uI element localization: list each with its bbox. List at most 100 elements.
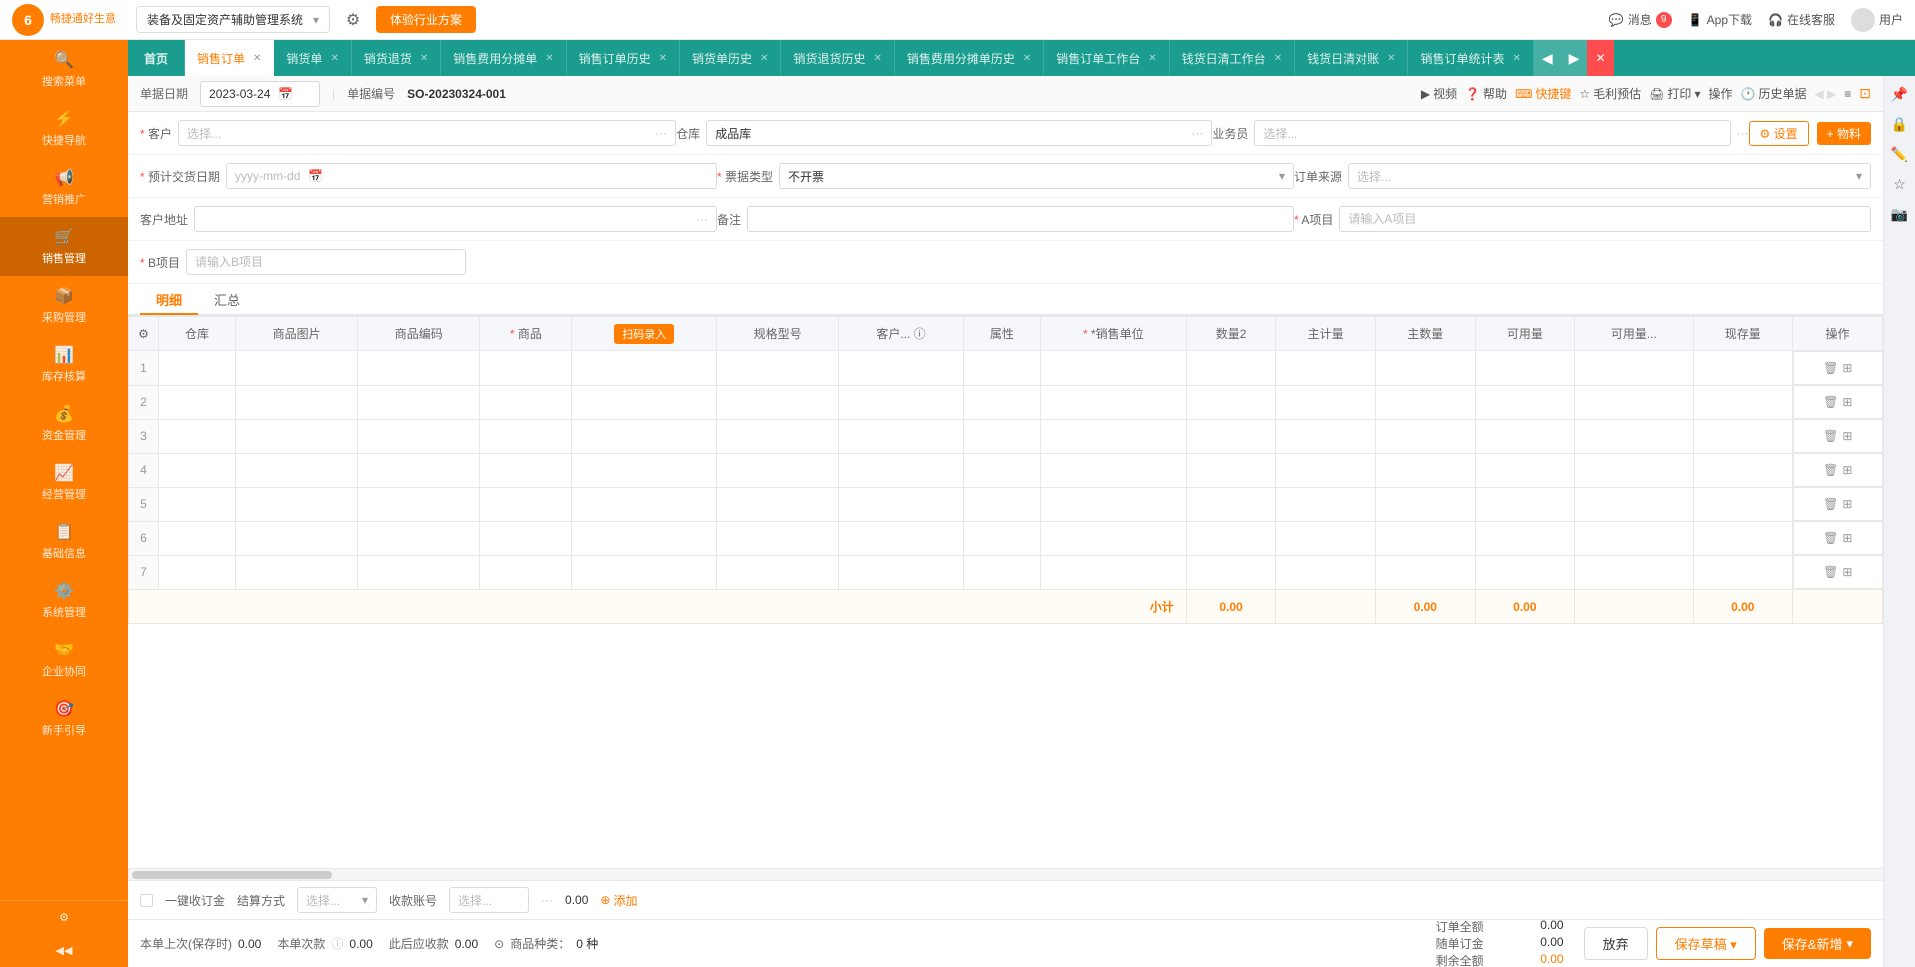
save-draft-button[interactable]: 保存草稿 ▾ bbox=[1656, 927, 1756, 960]
row-3-image[interactable] bbox=[236, 419, 358, 453]
row-4-code[interactable] bbox=[358, 453, 480, 487]
row-2-main-qty[interactable] bbox=[1375, 385, 1475, 419]
row-2-qty2[interactable] bbox=[1186, 385, 1276, 419]
row-1-cust-code[interactable] bbox=[839, 351, 964, 386]
col-settings[interactable]: ⚙ bbox=[129, 317, 159, 351]
row-4-attr[interactable] bbox=[963, 453, 1040, 487]
sidebar-item-system[interactable]: ⚙️ 系统管理 bbox=[0, 571, 128, 630]
add-button[interactable]: ⊕ 添加 bbox=[600, 892, 637, 909]
sidebar-item-sales[interactable]: 🛒 销售管理 bbox=[0, 217, 128, 276]
sidebar-item-newbie[interactable]: 🎯 新手引导 bbox=[0, 689, 128, 748]
row-1-available[interactable] bbox=[1475, 351, 1575, 386]
row-2-warehouse[interactable] bbox=[159, 385, 236, 419]
row-1-available2[interactable] bbox=[1575, 351, 1693, 386]
invoice-type-select[interactable]: 不开票 ▾ bbox=[779, 163, 1294, 189]
row-5-available2[interactable] bbox=[1575, 487, 1693, 521]
tab-summary[interactable]: 汇总 bbox=[198, 286, 256, 315]
tab-close-refund-history[interactable]: ✕ bbox=[873, 53, 881, 64]
row-2-attr[interactable] bbox=[963, 385, 1040, 419]
help-button[interactable]: ❓ 帮助 bbox=[1465, 85, 1507, 102]
row-7-attr[interactable] bbox=[963, 555, 1040, 590]
industry-solution-button[interactable]: 体验行业方案 bbox=[376, 6, 476, 33]
tab-next-button[interactable]: ▶ bbox=[1561, 40, 1588, 76]
tab-sales-fee-split[interactable]: 销售费用分摊单 ✕ bbox=[441, 40, 566, 76]
row-1-attr[interactable] bbox=[963, 351, 1040, 386]
row-7-spec[interactable] bbox=[717, 555, 839, 590]
col-available[interactable]: 可用量 bbox=[1475, 317, 1575, 351]
settings-icon[interactable]: ⚙ bbox=[342, 9, 364, 31]
row-5-main-qty[interactable] bbox=[1375, 487, 1475, 521]
sidebar-item-finance[interactable]: 💰 资金管理 bbox=[0, 394, 128, 453]
sidebar-item-marketing[interactable]: 📢 营销推广 bbox=[0, 158, 128, 217]
save-new-button[interactable]: 保存&新增 ▾ bbox=[1764, 928, 1871, 959]
sidebar-item-base[interactable]: 📋 基础信息 bbox=[0, 512, 128, 571]
row-1-qty2[interactable] bbox=[1186, 351, 1276, 386]
col-scan[interactable]: 扫码录入 bbox=[572, 317, 717, 351]
horizontal-scrollbar[interactable] bbox=[128, 868, 1883, 880]
b-project-input[interactable]: 请输入B项目 bbox=[186, 249, 466, 275]
message-button[interactable]: 💬 消息 9 bbox=[1609, 11, 1672, 28]
row-3-scan[interactable] bbox=[572, 419, 717, 453]
add-item-button[interactable]: + 物料 bbox=[1817, 122, 1871, 145]
row-1-image[interactable] bbox=[236, 351, 358, 386]
expand-icon[interactable]: ⊡ bbox=[1859, 85, 1871, 102]
delivery-date-input[interactable]: yyyy-mm-dd 📅 bbox=[226, 163, 717, 189]
tab-sales-return[interactable]: 销货单 ✕ bbox=[274, 40, 351, 76]
row-7-main-unit[interactable] bbox=[1276, 555, 1376, 590]
row-7-main-qty[interactable] bbox=[1375, 555, 1475, 590]
shortcut-button[interactable]: ⌨ 快捷键 bbox=[1515, 85, 1571, 102]
row-6-stock[interactable] bbox=[1693, 521, 1793, 555]
row-1-scan[interactable] bbox=[572, 351, 717, 386]
row-2-available[interactable] bbox=[1475, 385, 1575, 419]
tab-sales-stats[interactable]: 销售订单统计表 ✕ bbox=[1408, 40, 1533, 76]
row-2-unit[interactable] bbox=[1040, 385, 1186, 419]
row-7-copy-icon[interactable]: ⊞ bbox=[1842, 565, 1852, 579]
tab-close-sales-order[interactable]: ✕ bbox=[253, 53, 261, 64]
row-3-main-qty[interactable] bbox=[1375, 419, 1475, 453]
remark-input[interactable] bbox=[747, 206, 1294, 232]
row-4-main-unit[interactable] bbox=[1276, 453, 1376, 487]
scan-button[interactable]: 扫码录入 bbox=[614, 324, 674, 344]
row-5-copy-icon[interactable]: ⊞ bbox=[1842, 497, 1852, 511]
row-6-available[interactable] bbox=[1475, 521, 1575, 555]
tab-close-workbench[interactable]: ✕ bbox=[1148, 53, 1156, 64]
row-5-stock[interactable] bbox=[1693, 487, 1793, 521]
tab-sales-history[interactable]: 销售订单历史 ✕ bbox=[567, 40, 680, 76]
col-image[interactable]: 商品图片 bbox=[236, 317, 358, 351]
tab-prev-button[interactable]: ◀ bbox=[1534, 40, 1561, 76]
row-2-scan[interactable] bbox=[572, 385, 717, 419]
warehouse-input[interactable]: 成品库 ··· bbox=[706, 120, 1212, 146]
row-6-warehouse[interactable] bbox=[159, 521, 236, 555]
row-4-image[interactable] bbox=[236, 453, 358, 487]
row-4-stock[interactable] bbox=[1693, 453, 1793, 487]
col-customer-code[interactable]: 客户... ⓘ bbox=[839, 317, 964, 351]
row-3-goods[interactable] bbox=[480, 419, 572, 453]
tab-close-sales-return[interactable]: ✕ bbox=[330, 53, 338, 64]
row-1-main-qty[interactable] bbox=[1375, 351, 1475, 386]
row-5-scan[interactable] bbox=[572, 487, 717, 521]
row-4-available2[interactable] bbox=[1575, 453, 1693, 487]
row-5-spec[interactable] bbox=[717, 487, 839, 521]
scroll-thumb[interactable] bbox=[132, 871, 332, 879]
row-6-scan[interactable] bbox=[572, 521, 717, 555]
row-3-available[interactable] bbox=[1475, 419, 1575, 453]
tab-sales-refund-history[interactable]: 销货退货历史 ✕ bbox=[781, 40, 894, 76]
row-3-main-unit[interactable] bbox=[1276, 419, 1376, 453]
date-input-wrapper[interactable]: 2023-03-24 📅 bbox=[200, 81, 320, 107]
row-4-scan[interactable] bbox=[572, 453, 717, 487]
col-main-qty[interactable]: 主数量 bbox=[1375, 317, 1475, 351]
tab-sales-return-history[interactable]: 销货单历史 ✕ bbox=[680, 40, 781, 76]
customer-input[interactable]: 选择... ··· bbox=[178, 120, 676, 146]
col-action[interactable]: 操作 bbox=[1793, 317, 1883, 351]
row-3-warehouse[interactable] bbox=[159, 419, 236, 453]
one-key-checkbox[interactable] bbox=[140, 894, 153, 907]
col-main-unit[interactable]: 主计量 bbox=[1276, 317, 1376, 351]
row-6-attr[interactable] bbox=[963, 521, 1040, 555]
row-7-available2[interactable] bbox=[1575, 555, 1693, 590]
row-3-cust-code[interactable] bbox=[839, 419, 964, 453]
tab-close-sales-fee[interactable]: ✕ bbox=[545, 53, 553, 64]
address-input[interactable]: ··· bbox=[194, 206, 717, 232]
row-7-warehouse[interactable] bbox=[159, 555, 236, 590]
row-2-code[interactable] bbox=[358, 385, 480, 419]
row-6-main-unit[interactable] bbox=[1276, 521, 1376, 555]
